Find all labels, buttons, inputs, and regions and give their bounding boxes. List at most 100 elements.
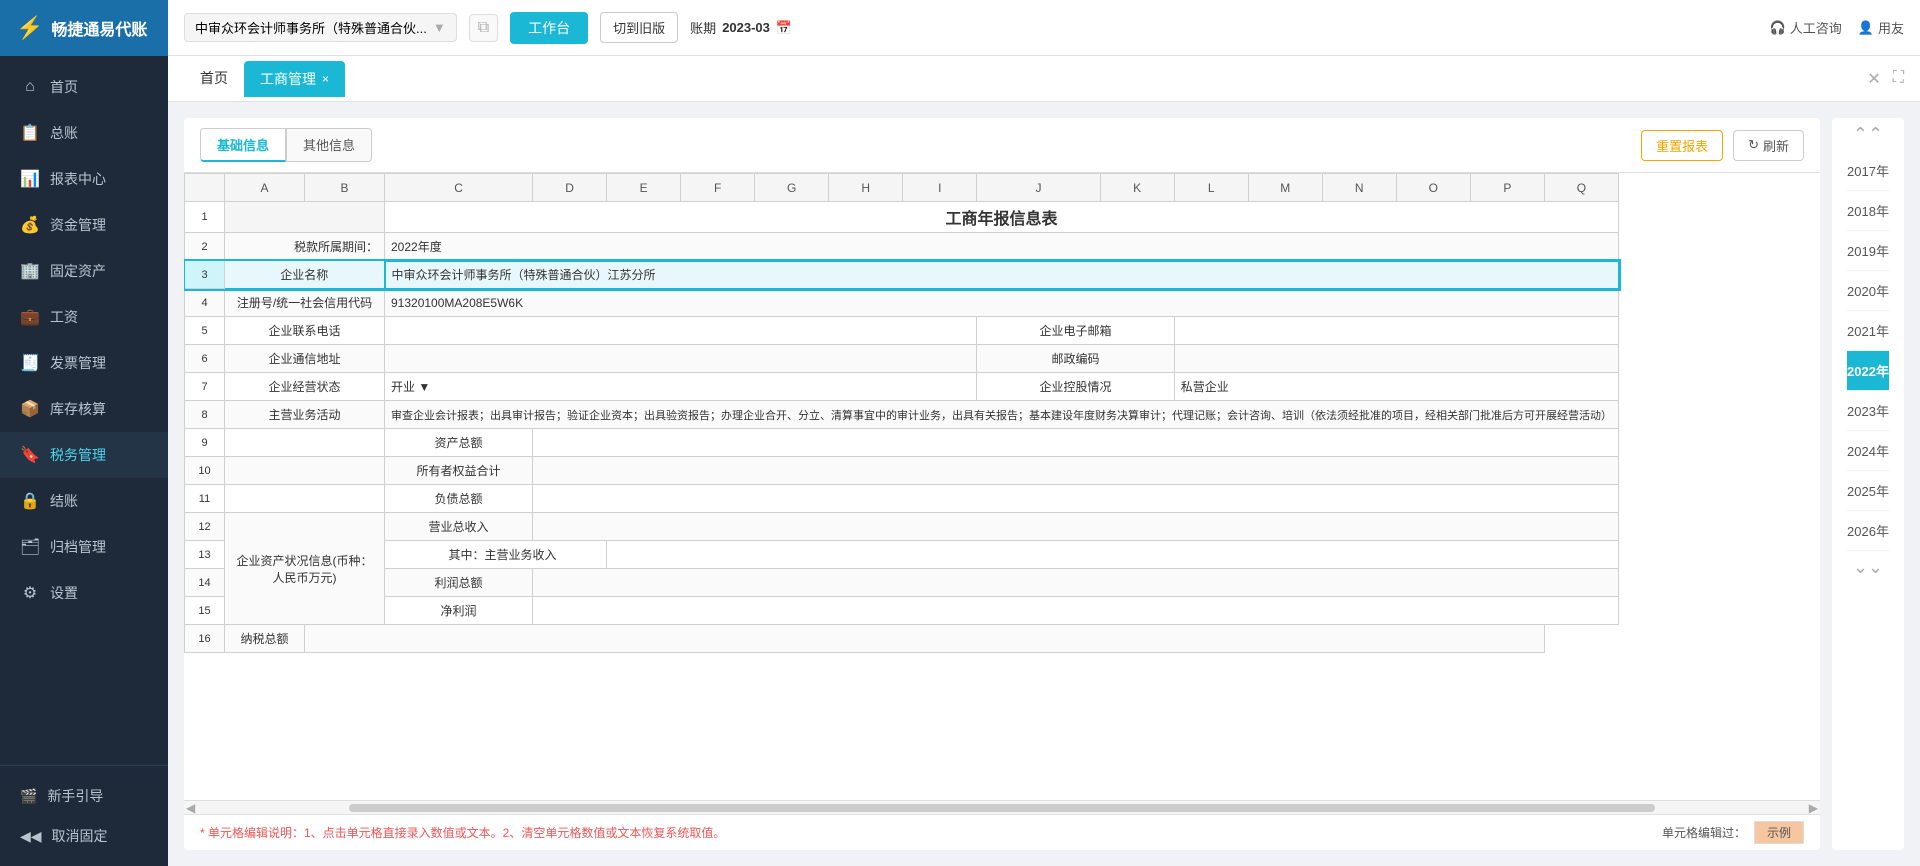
sidebar-item-invoice[interactable]: 🧾发票管理: [0, 340, 168, 386]
cell-11-empty[interactable]: [225, 485, 385, 513]
year-item-2025[interactable]: 2025年: [1847, 471, 1889, 511]
sidebar-item-archive[interactable]: 🗂归档管理: [0, 524, 168, 570]
old-version-button[interactable]: 切到旧版: [600, 12, 678, 43]
year-item-2022[interactable]: 2022年: [1847, 351, 1889, 391]
tab-other-info[interactable]: 其他信息: [286, 128, 372, 162]
cell-16-label[interactable]: 纳税总额: [225, 625, 305, 653]
sidebar-item-fund[interactable]: 💰 资金管理: [0, 202, 168, 248]
col-O: O: [1396, 174, 1470, 202]
cell-14-value[interactable]: [533, 569, 1619, 597]
cell-11-value[interactable]: [533, 485, 1619, 513]
cell-9-value[interactable]: [533, 429, 1619, 457]
sidebar-label-inventory: 库存核算: [50, 399, 106, 419]
cell-6-zip[interactable]: [1174, 345, 1618, 373]
cell-7-control[interactable]: 私营企业: [1174, 373, 1618, 401]
sidebar-footer-unpin[interactable]: ◀◀取消固定: [0, 816, 168, 856]
sidebar-item-wage[interactable]: 💼工资: [0, 294, 168, 340]
cell-1-ab[interactable]: [225, 202, 385, 233]
cell-10-label[interactable]: 所有者权益合计: [385, 457, 533, 485]
year-item-2020[interactable]: 2020年: [1847, 271, 1889, 311]
horizontal-scrollbar[interactable]: ◀ ▶: [184, 800, 1820, 814]
cell-5-phone[interactable]: [385, 317, 977, 345]
cell-4-value[interactable]: 91320100MA208E5W6K: [385, 289, 1619, 317]
cell-7-control-label[interactable]: 企业控股情况: [977, 373, 1174, 401]
cell-2-label[interactable]: 税款所属期间：: [225, 233, 385, 261]
invoice-icon: 🧾: [20, 353, 40, 373]
cell-11-label[interactable]: 负债总额: [385, 485, 533, 513]
cell-10-empty[interactable]: [225, 457, 385, 485]
row-num-8: 8: [185, 401, 225, 429]
cell-8-biz-label[interactable]: 主营业务活动: [225, 401, 385, 429]
scroll-right-arrow[interactable]: ▶: [1809, 801, 1818, 815]
period-value: 2023-03: [722, 20, 770, 35]
cell-title[interactable]: 工商年报信息表: [385, 202, 1619, 233]
sidebar-footer-newbie[interactable]: 🎬新手引导: [0, 776, 168, 816]
sidebar-item-ledger[interactable]: 📋总账: [0, 110, 168, 156]
sidebar-item-settings[interactable]: ⚙设置: [0, 570, 168, 616]
cell-5-email[interactable]: [1174, 317, 1618, 345]
scroll-left-arrow[interactable]: ◀: [186, 801, 195, 815]
cell-5-label[interactable]: 企业联系电话: [225, 317, 385, 345]
year-item-2019[interactable]: 2019年: [1847, 231, 1889, 271]
tab-close-icon[interactable]: ×: [322, 72, 329, 86]
maximize-icon[interactable]: ⛶: [1893, 69, 1904, 89]
sidebar-label-fund: 资金管理: [50, 215, 106, 235]
grid-wrapper[interactable]: A B C D E F G H I J K L M: [184, 173, 1820, 800]
sidebar-item-home[interactable]: ⌂首页: [0, 64, 168, 110]
scroll-thumb[interactable]: [349, 804, 1655, 812]
cell-4-label[interactable]: 注册号/统一社会信用代码: [225, 289, 385, 317]
cell-3-label[interactable]: 企业名称: [225, 261, 385, 289]
user-menu[interactable]: 👤 用友: [1858, 18, 1904, 37]
calendar-icon[interactable]: 📅: [776, 20, 792, 36]
fund-icon: 💰: [20, 215, 40, 235]
cell-6-addr[interactable]: [385, 345, 977, 373]
year-item-2024[interactable]: 2024年: [1847, 431, 1889, 471]
reset-button[interactable]: 重置报表: [1641, 130, 1723, 161]
workbench-button[interactable]: 工作台: [510, 12, 588, 44]
year-scroll-down[interactable]: ⌄ ⌄: [1832, 551, 1904, 584]
sidebar-item-close[interactable]: 🔒结账: [0, 478, 168, 524]
cell-10-value[interactable]: [533, 457, 1619, 485]
sidebar-item-report[interactable]: 📊报表中心: [0, 156, 168, 202]
cell-15-value[interactable]: [533, 597, 1619, 625]
col-F: F: [681, 174, 755, 202]
cell-9-empty[interactable]: [225, 429, 385, 457]
cell-13-label[interactable]: 其中：主营业务收入: [385, 541, 607, 569]
copy-icon[interactable]: ⧉: [469, 14, 498, 42]
cell-3-value[interactable]: 中审众环会计师事务所（特殊普通合伙）江苏分所: [385, 261, 1619, 289]
sidebar-item-tax[interactable]: 🔖税务管理: [0, 432, 168, 478]
service-button[interactable]: 🎧 人工咨询: [1770, 18, 1842, 37]
cell-6-label[interactable]: 企业通信地址: [225, 345, 385, 373]
cell-7-status[interactable]: 开业 ▼: [385, 373, 977, 401]
cell-2-value[interactable]: 2022年度: [385, 233, 1619, 261]
cell-13-value[interactable]: [607, 541, 1619, 569]
cell-15-label[interactable]: 净利润: [385, 597, 533, 625]
tab-basic-info[interactable]: 基础信息: [200, 128, 286, 162]
cell-8-biz[interactable]: 审查企业会计报表；出具审计报告；验证企业资本；出具验资报告；办理企业合开、分立、…: [385, 401, 1619, 429]
cell-9-label[interactable]: 资产总额: [385, 429, 533, 457]
cell-16-value[interactable]: [305, 625, 1545, 653]
refresh-button[interactable]: ↻ 刷新: [1733, 130, 1804, 161]
col-K: K: [1100, 174, 1174, 202]
cell-5-email-label[interactable]: 企业电子邮箱: [977, 317, 1174, 345]
year-item-2023[interactable]: 2023年: [1847, 391, 1889, 431]
cell-7-status-label[interactable]: 企业经营状态: [225, 373, 385, 401]
table-row: 9 资产总额: [185, 429, 1619, 457]
company-selector[interactable]: 中审众环会计师事务所（特殊普通合伙... ▼: [184, 13, 457, 42]
year-item-2017[interactable]: 2017年: [1847, 151, 1889, 191]
year-scroll-up[interactable]: ⌃ ⌃: [1832, 118, 1904, 151]
cell-6-zip-label[interactable]: 邮政编码: [977, 345, 1174, 373]
year-item-2018[interactable]: 2018年: [1847, 191, 1889, 231]
tab-biz-management[interactable]: 工商管理 ×: [244, 61, 345, 97]
year-item-2021[interactable]: 2021年: [1847, 311, 1889, 351]
year-item-2026[interactable]: 2026年: [1847, 511, 1889, 551]
cell-12-label[interactable]: 营业总收入: [385, 513, 533, 541]
close-window-icon[interactable]: ✕: [1867, 69, 1880, 89]
logo-icon: ⚡: [16, 15, 43, 41]
cell-14-label[interactable]: 利润总额: [385, 569, 533, 597]
sidebar-item-asset[interactable]: 🏢固定资产: [0, 248, 168, 294]
cell-12-value[interactable]: [533, 513, 1619, 541]
sidebar-item-inventory[interactable]: 📦库存核算: [0, 386, 168, 432]
tab-home[interactable]: 首页: [184, 60, 244, 98]
cell-asset-group-label[interactable]: 企业资产状况信息(币种：人民币万元): [225, 513, 385, 625]
